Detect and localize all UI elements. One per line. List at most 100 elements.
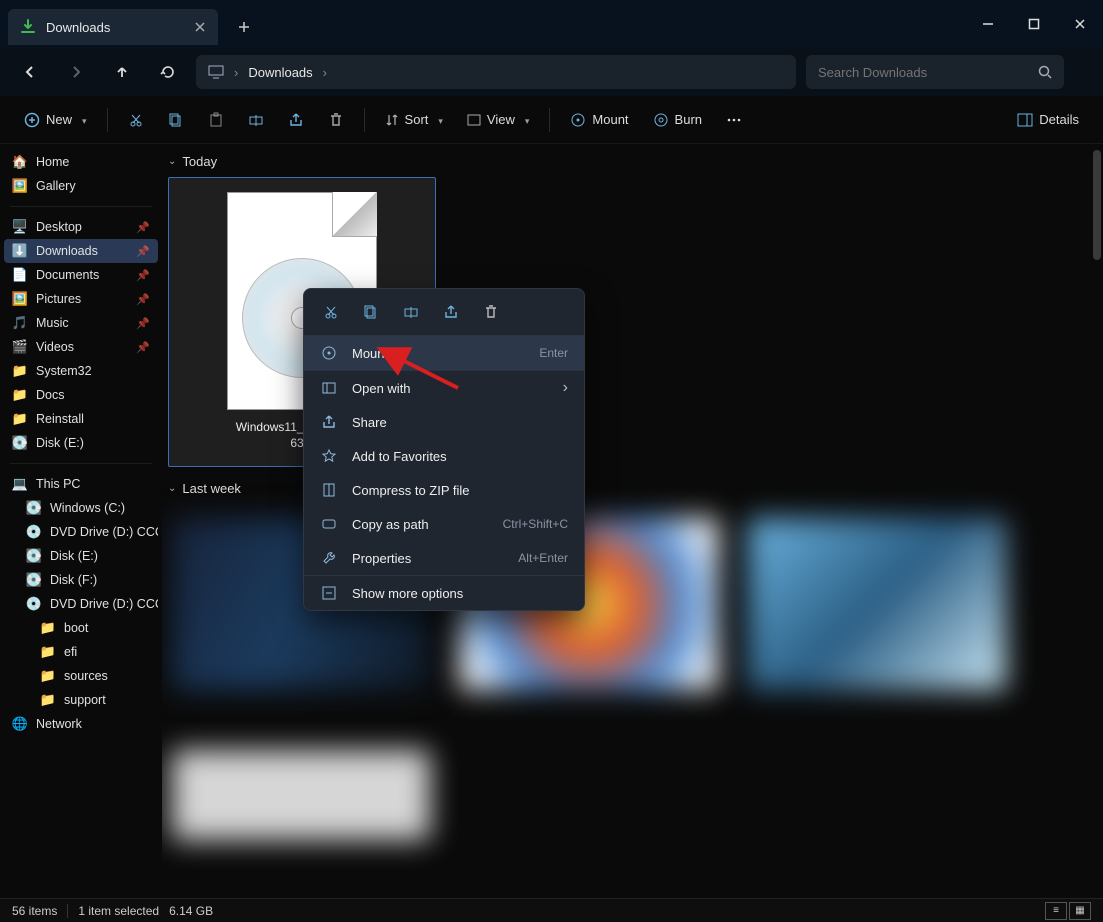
toolbar-separator bbox=[364, 108, 365, 132]
sidebar-music[interactable]: 🎵Music📌 bbox=[4, 311, 158, 335]
sidebar-home[interactable]: 🏠Home bbox=[4, 150, 158, 174]
pc-icon: 💻 bbox=[12, 476, 28, 492]
breadcrumb[interactable]: › Downloads › bbox=[196, 55, 796, 89]
sidebar-pictures[interactable]: 🖼️Pictures📌 bbox=[4, 287, 158, 311]
group-today[interactable]: ⌄ Today bbox=[168, 154, 1093, 169]
downloads-icon: ⬇️ bbox=[12, 243, 28, 259]
breadcrumb-current[interactable]: Downloads bbox=[248, 65, 312, 80]
sidebar-label: DVD Drive (D:) CCCC bbox=[50, 597, 158, 611]
sidebar-efi[interactable]: 📁efi bbox=[4, 640, 158, 664]
ctx-more-options[interactable]: Show more options bbox=[304, 576, 584, 610]
chevron-right-icon[interactable]: › bbox=[317, 65, 333, 80]
burn-button[interactable]: Burn bbox=[643, 103, 712, 137]
minimize-button[interactable] bbox=[965, 4, 1011, 44]
search-icon[interactable] bbox=[1038, 65, 1052, 79]
toolbar-separator bbox=[107, 108, 108, 132]
group-label: Today bbox=[182, 154, 217, 169]
share-button[interactable] bbox=[278, 103, 314, 137]
details-pane-button[interactable]: Details bbox=[1007, 103, 1089, 137]
close-window-button[interactable] bbox=[1057, 4, 1103, 44]
new-tab-button[interactable] bbox=[228, 11, 260, 43]
sidebar-disk-e2[interactable]: 💽Disk (E:) bbox=[4, 544, 158, 568]
cut-button[interactable] bbox=[118, 103, 154, 137]
sidebar-videos[interactable]: 🎬Videos📌 bbox=[4, 335, 158, 359]
sidebar-docs[interactable]: 📁Docs bbox=[4, 383, 158, 407]
ctx-compress-zip[interactable]: Compress to ZIP file bbox=[304, 473, 584, 507]
more-icon bbox=[320, 584, 338, 602]
up-button[interactable] bbox=[104, 54, 140, 90]
close-tab-icon[interactable] bbox=[194, 21, 206, 33]
icons-view-button[interactable]: ▦ bbox=[1069, 902, 1091, 920]
ctx-cut-button[interactable] bbox=[318, 299, 344, 325]
sidebar-drive-c[interactable]: 💽Windows (C:) bbox=[4, 496, 158, 520]
ctx-copy-path[interactable]: Copy as path Ctrl+Shift+C bbox=[304, 507, 584, 541]
ctx-copy-button[interactable] bbox=[358, 299, 384, 325]
drive-icon: 💽 bbox=[26, 548, 42, 564]
pin-icon: 📌 bbox=[136, 221, 150, 234]
sort-button[interactable]: Sort bbox=[375, 103, 453, 137]
sidebar-sources[interactable]: 📁sources bbox=[4, 664, 158, 688]
ctx-label: Show more options bbox=[352, 586, 568, 601]
ctx-share[interactable]: Share bbox=[304, 405, 584, 439]
window-tab[interactable]: Downloads bbox=[8, 9, 218, 45]
paste-button[interactable] bbox=[198, 103, 234, 137]
sidebar-disk-e[interactable]: 💽Disk (E:) bbox=[4, 431, 158, 455]
search-box[interactable] bbox=[806, 55, 1064, 89]
ctx-open-with[interactable]: Open with bbox=[304, 371, 584, 405]
sidebar-separator bbox=[10, 206, 152, 207]
sidebar-label: Docs bbox=[36, 388, 64, 402]
view-button[interactable]: View bbox=[457, 103, 539, 137]
network-icon: 🌐 bbox=[12, 716, 28, 732]
home-icon: 🏠 bbox=[12, 154, 28, 170]
copy-button[interactable] bbox=[158, 103, 194, 137]
sidebar-boot[interactable]: 📁boot bbox=[4, 616, 158, 640]
sidebar-support[interactable]: 📁support bbox=[4, 688, 158, 712]
blurred-thumb[interactable] bbox=[748, 518, 1006, 690]
scrollbar-thumb[interactable] bbox=[1093, 150, 1101, 260]
new-label: New bbox=[46, 112, 72, 127]
mount-button[interactable]: Mount bbox=[560, 103, 638, 137]
delete-button[interactable] bbox=[318, 103, 354, 137]
maximize-button[interactable] bbox=[1011, 4, 1057, 44]
ctx-mount[interactable]: Mount Enter bbox=[304, 336, 584, 370]
sidebar-network[interactable]: 🌐Network bbox=[4, 712, 158, 736]
address-bar: › Downloads › bbox=[0, 48, 1103, 96]
dvd-icon: 💿 bbox=[26, 524, 42, 540]
sidebar-label: support bbox=[64, 693, 106, 707]
ctx-rename-button[interactable] bbox=[398, 299, 424, 325]
sidebar-this-pc[interactable]: 💻This PC bbox=[4, 472, 158, 496]
sidebar-dvd-d[interactable]: 💿DVD Drive (D:) CCC bbox=[4, 520, 158, 544]
music-icon: 🎵 bbox=[12, 315, 28, 331]
sidebar-desktop[interactable]: 🖥️Desktop📌 bbox=[4, 215, 158, 239]
pin-icon: 📌 bbox=[136, 341, 150, 354]
sidebar-reinstall[interactable]: 📁Reinstall bbox=[4, 407, 158, 431]
sort-label: Sort bbox=[405, 112, 429, 127]
ctx-share-button[interactable] bbox=[438, 299, 464, 325]
details-label: Details bbox=[1039, 112, 1079, 127]
chevron-down-icon: ⌄ bbox=[168, 156, 176, 167]
sidebar-dvd-d2[interactable]: 💿DVD Drive (D:) CCCC bbox=[4, 592, 158, 616]
forward-button[interactable] bbox=[58, 54, 94, 90]
sidebar-system32[interactable]: 📁System32 bbox=[4, 359, 158, 383]
sidebar-gallery[interactable]: 🖼️Gallery bbox=[4, 174, 158, 198]
back-button[interactable] bbox=[12, 54, 48, 90]
ctx-label: Open with bbox=[352, 381, 549, 396]
rename-button[interactable] bbox=[238, 103, 274, 137]
blurred-thumb[interactable] bbox=[172, 750, 430, 840]
sidebar-disk-f[interactable]: 💽Disk (F:) bbox=[4, 568, 158, 592]
ctx-properties[interactable]: Properties Alt+Enter bbox=[304, 541, 584, 575]
sidebar-label: sources bbox=[64, 669, 108, 683]
burn-label: Burn bbox=[675, 112, 702, 127]
monitor-icon bbox=[208, 64, 224, 80]
more-button[interactable] bbox=[716, 103, 752, 137]
ctx-delete-button[interactable] bbox=[478, 299, 504, 325]
search-input[interactable] bbox=[818, 65, 1038, 80]
ctx-add-favorites[interactable]: Add to Favorites bbox=[304, 439, 584, 473]
ctx-hint: Ctrl+Shift+C bbox=[503, 517, 568, 531]
sidebar-downloads[interactable]: ⬇️Downloads📌 bbox=[4, 239, 158, 263]
refresh-button[interactable] bbox=[150, 54, 186, 90]
sidebar-label: Videos bbox=[36, 340, 74, 354]
sidebar-documents[interactable]: 📄Documents📌 bbox=[4, 263, 158, 287]
details-view-button[interactable]: ≡ bbox=[1045, 902, 1067, 920]
new-button[interactable]: New bbox=[14, 103, 97, 137]
